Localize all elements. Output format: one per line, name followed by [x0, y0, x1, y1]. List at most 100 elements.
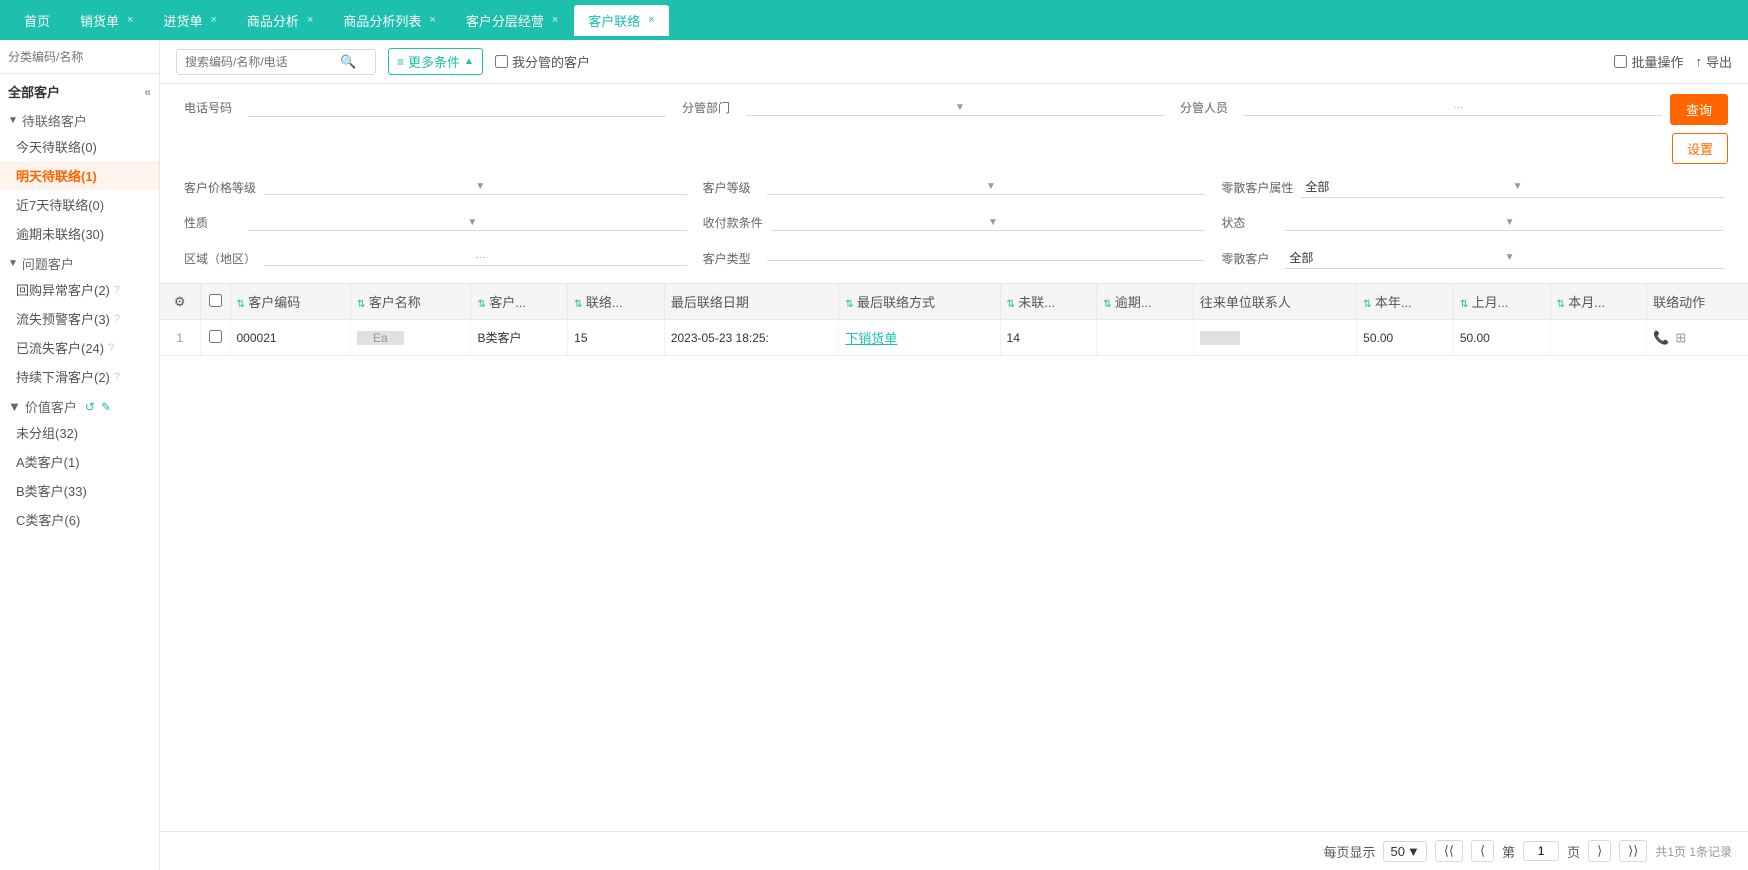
person-select[interactable]: ···: [1244, 100, 1662, 116]
row-overdue: [1097, 320, 1194, 356]
sidebar-item-overdue-contact[interactable]: 逾期未联络(30): [0, 219, 159, 248]
payment-chevron-icon: ▼: [988, 217, 1201, 228]
bulk-operation-button[interactable]: 批量操作: [1614, 52, 1683, 71]
sidebar-item-b-class[interactable]: B类客户(33): [0, 476, 159, 505]
customer-grade-select[interactable]: ▼: [767, 179, 1206, 195]
filter-region: 区域（地区） ···: [176, 243, 695, 273]
related-contact-placeholder: [1200, 331, 1240, 345]
next-page-button[interactable]: ⟩: [1588, 840, 1611, 862]
last-page-button[interactable]: ⟩⟩: [1619, 840, 1647, 862]
nav-product-analysis[interactable]: 商品分析 ×: [233, 5, 327, 36]
select-all-checkbox[interactable]: [209, 294, 222, 307]
phone-input[interactable]: [248, 98, 666, 117]
status-select[interactable]: ▼: [1285, 215, 1724, 231]
region-select[interactable]: ···: [264, 250, 687, 266]
dept-select[interactable]: ▼: [746, 100, 1164, 116]
gender-select[interactable]: ▼: [248, 215, 687, 231]
close-customer-layered-icon[interactable]: ×: [552, 14, 558, 26]
my-customers-checkbox[interactable]: 我分管的客户: [495, 52, 590, 71]
region-dots-icon: ···: [475, 252, 682, 263]
help-icon-2: ?: [108, 342, 114, 354]
export-button[interactable]: ↑ 导出: [1695, 52, 1732, 71]
search-icon[interactable]: 🔍: [340, 54, 356, 70]
triangle-problem-icon: ▼: [8, 258, 18, 269]
last-contact-link[interactable]: 下销货单: [845, 331, 897, 346]
more-conditions-button[interactable]: ≡ 更多条件 ▲: [388, 48, 483, 75]
query-button[interactable]: 查询: [1670, 94, 1728, 125]
export-icon: ↑: [1695, 54, 1702, 69]
filter-customer-grade: 客户等级 ▼: [695, 172, 1214, 202]
nav-home[interactable]: 首页: [10, 5, 64, 36]
bulk-check[interactable]: [1614, 55, 1627, 68]
phone-action-icon[interactable]: 📞: [1653, 330, 1669, 346]
row-last-contact-date: 2023-05-23 18:25:: [664, 320, 838, 356]
filter-person: 分管人员 ···: [1172, 94, 1670, 121]
sidebar-item-repurchase-abnormal[interactable]: 回购异常客户(2) ?: [0, 275, 159, 304]
col-customer-name: ⇅ 客户名称: [350, 284, 470, 320]
price-grade-select[interactable]: ▼: [264, 179, 687, 195]
filter-price-grade: 客户价格等级 ▼: [176, 172, 695, 202]
row-checkbox-cell[interactable]: [200, 320, 230, 356]
sort-name-icon: ⇅: [357, 299, 365, 310]
col-contact-count-hdr: ⇅ 联络...: [568, 284, 665, 320]
all-customers-header[interactable]: 全部客户 «: [0, 74, 159, 105]
gender-chevron-icon: ▼: [467, 217, 682, 228]
close-sales-order-icon[interactable]: ×: [127, 14, 133, 26]
sidebar-item-ungrouped[interactable]: 未分组(32): [0, 418, 159, 447]
sidebar-item-declining[interactable]: 持续下滑客户(2) ?: [0, 362, 159, 391]
price-grade-chevron-icon: ▼: [475, 181, 682, 192]
sidebar-item-churn-warning[interactable]: 流失预警客户(3) ?: [0, 304, 159, 333]
sidebar-item-c-class[interactable]: C类客户(6): [0, 505, 159, 534]
nav-sales-order[interactable]: 销货单 ×: [66, 5, 147, 36]
sidebar-item-today-contact[interactable]: 今天待联络(0): [0, 132, 159, 161]
sidebar-item-a-class[interactable]: A类客户(1): [0, 447, 159, 476]
row-select-checkbox[interactable]: [209, 330, 222, 343]
first-page-button[interactable]: ⟨⟨: [1435, 840, 1463, 862]
sidebar-item-churned[interactable]: 已流失客户(24) ?: [0, 333, 159, 362]
grid-action-icon[interactable]: ⊞: [1675, 330, 1686, 346]
prev-page-button[interactable]: ⟨: [1471, 840, 1494, 862]
col-overdue-hdr: ⇅ 逾期...: [1097, 284, 1194, 320]
filter-status: 状态 ▼: [1213, 210, 1732, 235]
col-settings[interactable]: ⚙: [160, 284, 200, 320]
table-row: 1 000021 Ea B类客户 15 2023-05-23 18:25: 下销…: [160, 320, 1748, 356]
sidebar-search-input[interactable]: [8, 50, 160, 64]
retail-customer-select[interactable]: 全部 ▼: [1285, 247, 1724, 269]
nav-customer-layered[interactable]: 客户分层经营 ×: [452, 5, 572, 36]
value-customers-group: ▼ 价值客户 ↺ ✎: [0, 391, 159, 418]
sidebar-item-tomorrow-contact[interactable]: 明天待联络(1): [0, 161, 159, 190]
refresh-value-icon[interactable]: ↺: [85, 400, 95, 414]
edit-value-icon[interactable]: ✎: [101, 400, 111, 414]
my-customers-check[interactable]: [495, 55, 508, 68]
filter-retail-customer: 零散客户 全部 ▼: [1213, 243, 1732, 273]
chevron-up-icon: ▲: [464, 56, 474, 67]
close-customer-contact-icon[interactable]: ×: [648, 14, 654, 26]
settings-icon[interactable]: ⚙: [174, 294, 186, 309]
close-purchase-order-icon[interactable]: ×: [210, 14, 216, 26]
set-button[interactable]: 设置: [1672, 133, 1728, 164]
retail-attr-select[interactable]: 全部 ▼: [1301, 176, 1724, 198]
sort-overdue-icon: ⇅: [1103, 299, 1111, 310]
nav-customer-contact[interactable]: 客户联络 ×: [574, 5, 668, 36]
payment-select[interactable]: ▼: [771, 215, 1206, 231]
page-size-select[interactable]: 50 ▼: [1383, 841, 1426, 862]
close-product-analysis-icon[interactable]: ×: [307, 14, 313, 26]
customer-grade-chevron-icon: ▼: [986, 181, 1201, 192]
triangle-value-icon: ▼: [8, 399, 21, 414]
nav-product-analysis-list[interactable]: 商品分析列表 ×: [329, 5, 449, 36]
pending-contact-group: ▼ 待联络客户: [0, 105, 159, 132]
search-input[interactable]: [185, 55, 340, 69]
col-select-all[interactable]: [200, 284, 230, 320]
retail-customer-chevron-icon: ▼: [1505, 252, 1720, 263]
filter-dept: 分管部门 ▼: [674, 94, 1172, 121]
row-this-year: 50.00: [1357, 320, 1454, 356]
close-product-analysis-list-icon[interactable]: ×: [429, 14, 435, 26]
page-number-input[interactable]: [1523, 841, 1559, 861]
sidebar-item-7day-contact[interactable]: 近7天待联络(0): [0, 190, 159, 219]
collapse-icon: «: [144, 85, 151, 99]
nav-purchase-order[interactable]: 进货单 ×: [149, 5, 230, 36]
status-chevron-icon: ▼: [1505, 217, 1720, 228]
row-related-contact: [1193, 320, 1356, 356]
customer-type-select[interactable]: [767, 256, 1206, 261]
col-this-year-hdr: ⇅ 本年...: [1357, 284, 1454, 320]
